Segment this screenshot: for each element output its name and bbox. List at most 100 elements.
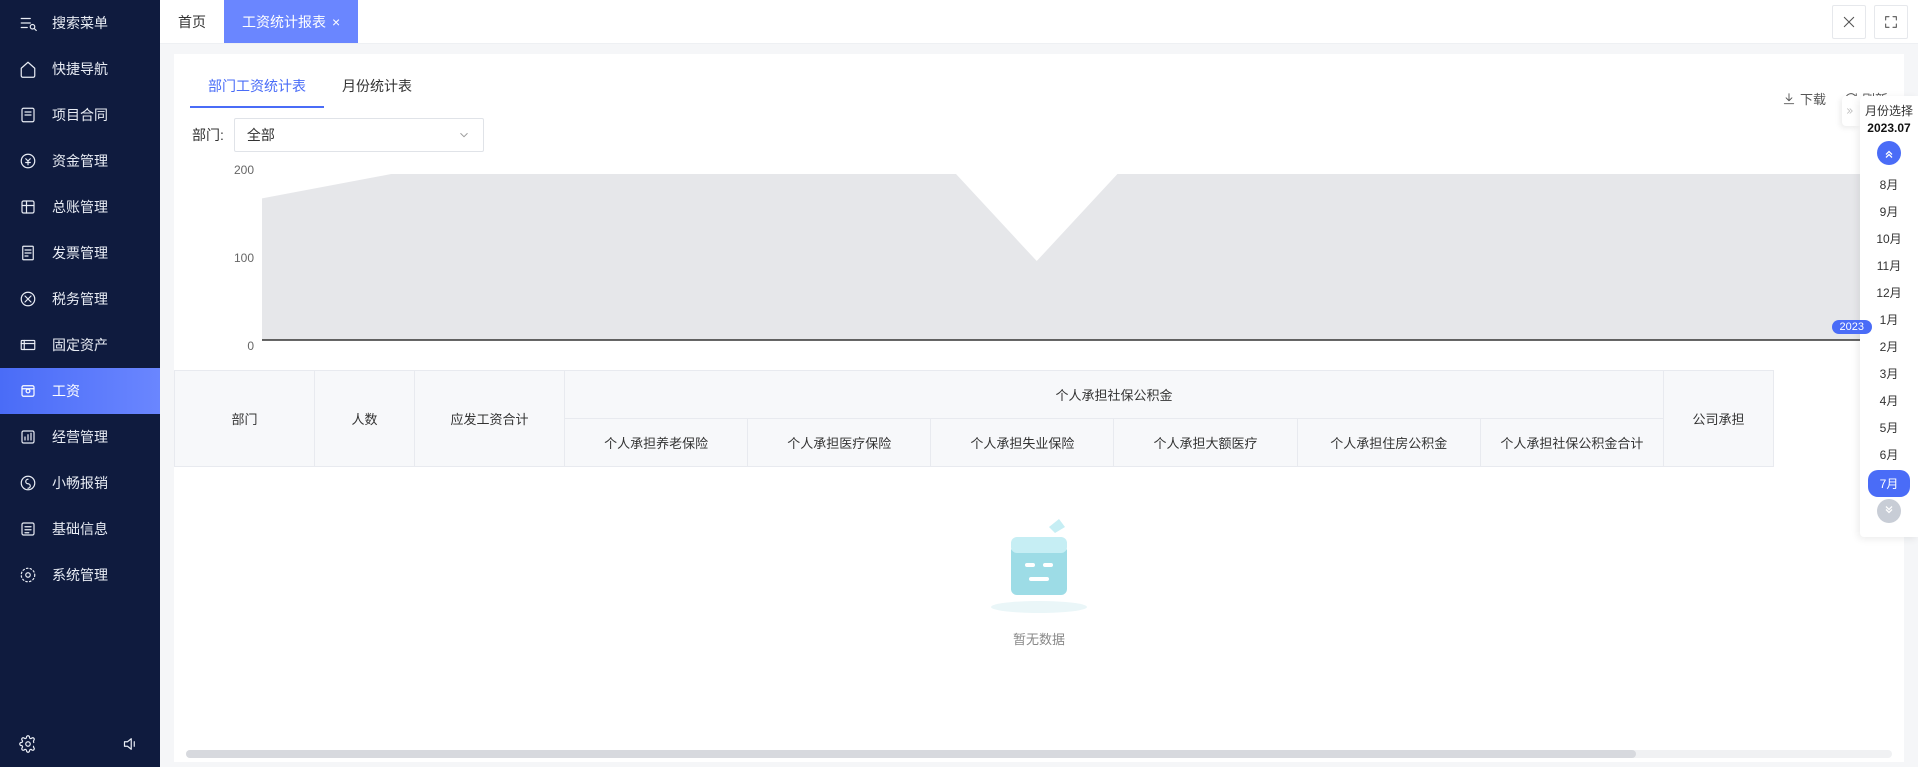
th-unemployment: 个人承担失业保险 [931, 419, 1114, 467]
month-option[interactable]: 2月 [1864, 333, 1914, 360]
fullscreen-icon[interactable] [1874, 5, 1908, 39]
month-panel-title: 月份选择 [1864, 102, 1914, 119]
y-tick-200: 200 [234, 163, 254, 177]
th-personal-total: 个人承担社保公积金合计 [1480, 419, 1663, 467]
tax-icon [18, 289, 38, 309]
month-scroll-up-icon[interactable] [1877, 141, 1901, 165]
table-scroll[interactable]: 部门 人数 应发工资合计 个人承担社保公积金 公司承担 个人承担养老保险 个人承… [174, 370, 1904, 762]
th-company-first: 公司承担 [1664, 371, 1774, 467]
download-button[interactable]: 下载 [1782, 89, 1826, 108]
month-panel-toggle[interactable] [1842, 96, 1860, 126]
sidebar-item-12[interactable]: 系统管理 [0, 552, 160, 598]
download-label: 下载 [1800, 89, 1826, 108]
tabs-right-actions [1832, 0, 1918, 43]
sidebar-item-4[interactable]: 总账管理 [0, 184, 160, 230]
month-option[interactable]: 3月 [1864, 360, 1914, 387]
month-option[interactable]: 7月 [1868, 470, 1910, 497]
month-option[interactable]: 10月 [1864, 225, 1914, 252]
sidebar-item-5[interactable]: 发票管理 [0, 230, 160, 276]
inner-tabs: 部门工资统计表 月份统计表 下载 刷新 [174, 54, 1904, 108]
sidebar-item-label: 基础信息 [52, 519, 108, 539]
sidebar-item-0[interactable]: 搜索菜单 [0, 0, 160, 46]
asset-icon [18, 335, 38, 355]
month-option[interactable]: 4月 [1864, 387, 1914, 414]
empty-text: 暂无数据 [174, 629, 1904, 648]
sidebar-item-1[interactable]: 快捷导航 [0, 46, 160, 92]
month-scroll-down-icon[interactable] [1877, 499, 1901, 523]
sidebar-item-3[interactable]: 资金管理 [0, 138, 160, 184]
horizontal-scrollbar[interactable] [186, 750, 1892, 758]
sidebar-item-2[interactable]: 项目合同 [0, 92, 160, 138]
month-option[interactable]: 11月 [1864, 252, 1914, 279]
main-area: 首页 工资统计报表 × 部门工资统计表 月份统计表 下载 [160, 0, 1918, 767]
search-list-icon [18, 13, 38, 33]
y-tick-0: 0 [247, 339, 254, 353]
sidebar-item-8[interactable]: 工资 [0, 368, 160, 414]
month-option[interactable]: 5月 [1864, 414, 1914, 441]
sidebar-item-label: 系统管理 [52, 565, 108, 585]
sidebar-item-label: 工资 [52, 381, 80, 401]
sidebar-item-11[interactable]: 基础信息 [0, 506, 160, 552]
close-icon[interactable]: × [332, 14, 340, 30]
sidebar: 搜索菜单快捷导航项目合同资金管理总账管理发票管理税务管理固定资产工资经营管理小畅… [0, 0, 160, 767]
y-tick-100: 100 [234, 251, 254, 265]
tab-salary-report-label: 工资统计报表 [242, 12, 326, 32]
th-housing-fund: 个人承担住房公积金 [1297, 419, 1480, 467]
sidebar-footer [0, 721, 160, 767]
month-panel-date: 2023.07 [1864, 121, 1914, 135]
department-select-value: 全部 [247, 125, 275, 145]
month-option[interactable]: 12月 [1864, 279, 1914, 306]
th-pension: 个人承担养老保险 [565, 419, 748, 467]
inner-tab-month-label: 月份统计表 [342, 78, 412, 94]
chevron-down-icon [457, 128, 471, 142]
th-group-personal: 个人承担社保公积金 [565, 371, 1664, 419]
sidebar-item-label: 小畅报销 [52, 473, 108, 493]
tab-salary-report[interactable]: 工资统计报表 × [224, 0, 358, 43]
tab-home-label: 首页 [178, 12, 206, 32]
chart-y-axis: 200 100 0 [192, 162, 262, 362]
sidebar-item-label: 项目合同 [52, 105, 108, 125]
money-icon [18, 151, 38, 171]
info-icon [18, 519, 38, 539]
sidebar-item-label: 快捷导航 [52, 59, 108, 79]
month-option[interactable]: 8月 [1864, 171, 1914, 198]
sidebar-item-label: 税务管理 [52, 289, 108, 309]
ledger-icon [18, 197, 38, 217]
empty-illustration-icon [979, 507, 1099, 617]
reimburse-icon [18, 473, 38, 493]
home-icon [18, 59, 38, 79]
sidebar-item-6[interactable]: 税务管理 [0, 276, 160, 322]
system-icon [18, 565, 38, 585]
sidebar-item-9[interactable]: 经营管理 [0, 414, 160, 460]
th-gross: 应发工资合计 [415, 371, 565, 467]
sidebar-item-label: 发票管理 [52, 243, 108, 263]
chart-area: 200 100 0 [192, 162, 1886, 362]
gear-icon[interactable] [18, 734, 38, 754]
sidebar-item-10[interactable]: 小畅报销 [0, 460, 160, 506]
speaker-collapse-icon[interactable] [122, 734, 142, 754]
sidebar-item-label: 资金管理 [52, 151, 108, 171]
sidebar-item-7[interactable]: 固定资产 [0, 322, 160, 368]
month-panel: 月份选择 2023.07 8月9月10月11月12月1月2月3月4月5月6月7月 [1860, 96, 1918, 537]
operation-icon [18, 427, 38, 447]
month-option[interactable]: 6月 [1864, 441, 1914, 468]
tab-home[interactable]: 首页 [160, 0, 224, 43]
salary-icon [18, 381, 38, 401]
sidebar-items: 搜索菜单快捷导航项目合同资金管理总账管理发票管理税务管理固定资产工资经营管理小畅… [0, 0, 160, 721]
th-dept: 部门 [175, 371, 315, 467]
inner-tab-month[interactable]: 月份统计表 [324, 66, 430, 108]
th-count: 人数 [315, 371, 415, 467]
th-large-medical: 个人承担大额医疗 [1114, 419, 1297, 467]
empty-state: 暂无数据 [174, 467, 1904, 648]
chart-plot [262, 170, 1876, 342]
tabs-bar: 首页 工资统计报表 × [160, 0, 1918, 44]
month-option[interactable]: 9月 [1864, 198, 1914, 225]
filter-row: 部门: 全部 [174, 108, 1904, 162]
department-select[interactable]: 全部 [234, 118, 484, 152]
filter-label: 部门: [192, 125, 224, 145]
sidebar-item-label: 总账管理 [52, 197, 108, 217]
inner-tab-dept[interactable]: 部门工资统计表 [190, 66, 324, 108]
horizontal-scrollbar-thumb[interactable] [186, 750, 1636, 758]
close-all-tabs-icon[interactable] [1832, 5, 1866, 39]
data-table: 部门 人数 应发工资合计 个人承担社保公积金 公司承担 个人承担养老保险 个人承… [174, 370, 1774, 467]
